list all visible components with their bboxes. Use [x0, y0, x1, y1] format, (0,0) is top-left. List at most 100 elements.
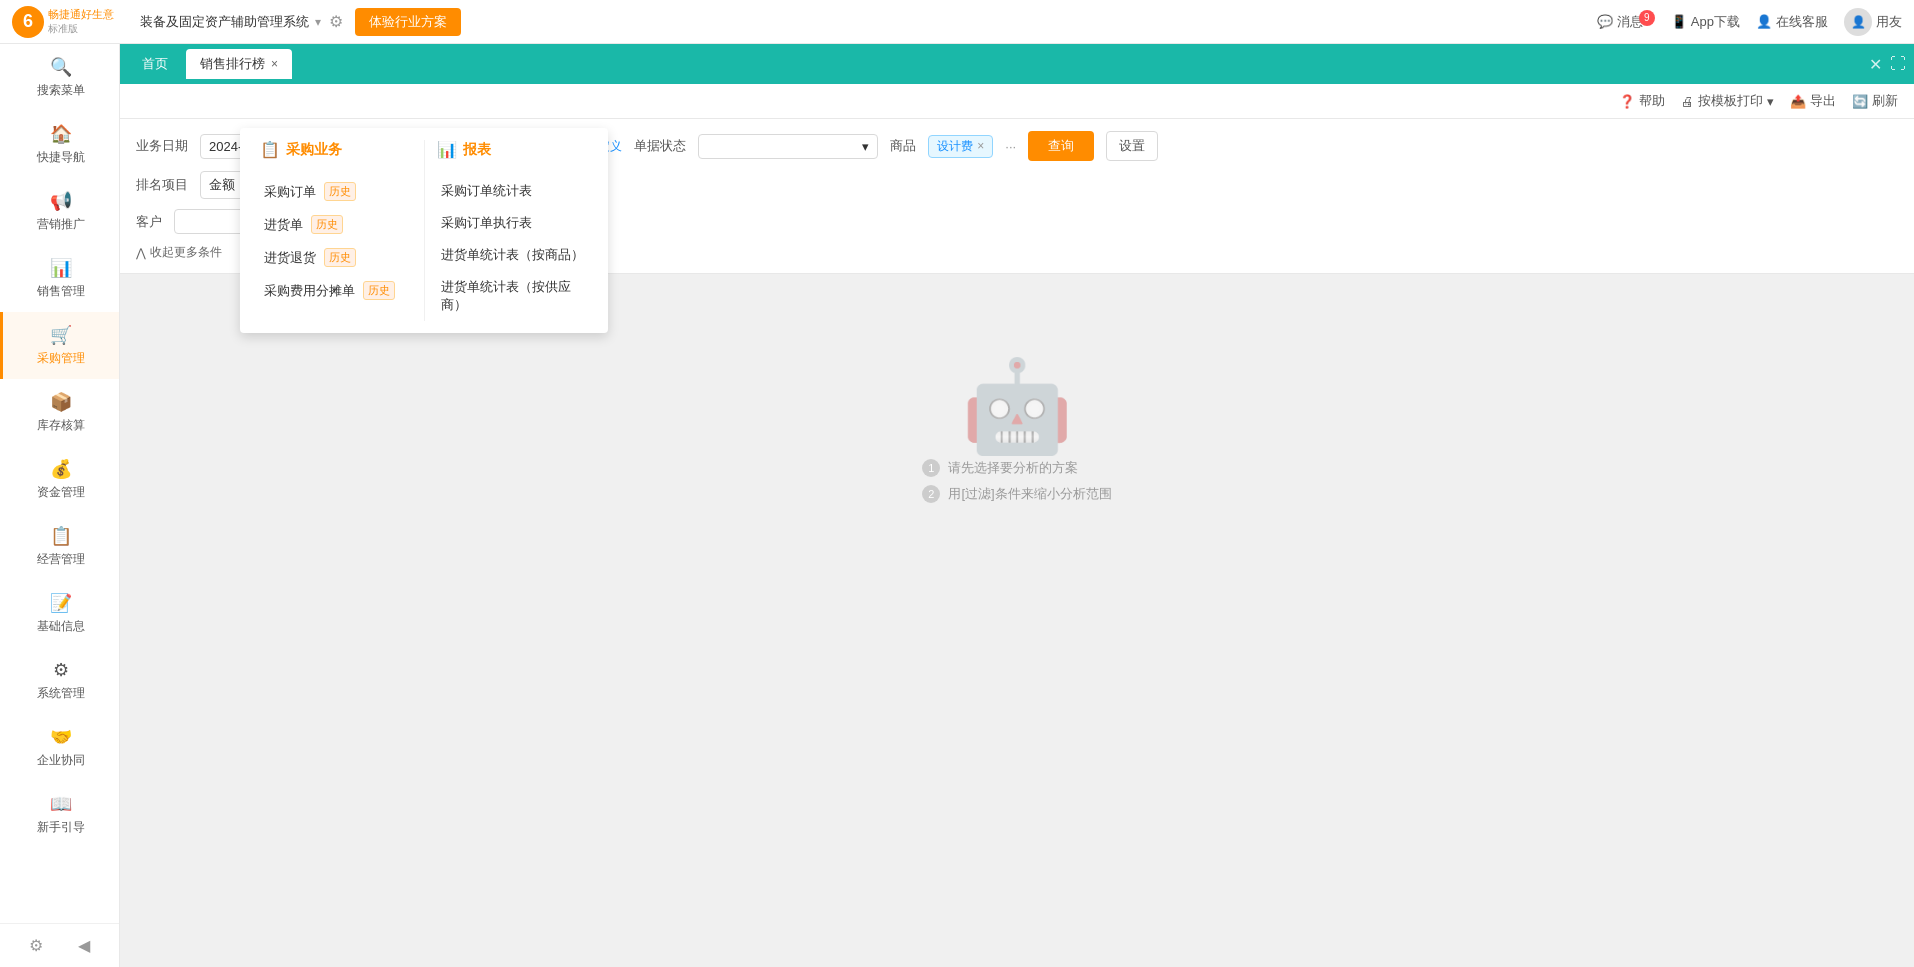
logo-badge: 标准版	[48, 22, 114, 36]
dropdown-arrow-icon[interactable]: ▾	[315, 15, 321, 29]
purchase-title-icon: 📋	[260, 140, 280, 159]
home-icon: 🏠	[50, 123, 72, 145]
doc-status-select[interactable]: ▾	[698, 134, 878, 159]
trial-button[interactable]: 体验行业方案	[355, 8, 461, 36]
sidebar-item-inventory[interactable]: 📦 库存核算	[0, 379, 119, 446]
popup-col-purchase-label: 采购业务	[286, 141, 342, 159]
sidebar-label-finance: 资金管理	[37, 484, 85, 501]
sidebar-label-sales: 销售管理	[37, 283, 85, 300]
user-name: 用友	[1876, 13, 1902, 31]
app-download-button[interactable]: 📱 App下载	[1671, 13, 1740, 31]
operations-icon: 📋	[50, 525, 72, 547]
popup-col-purchase-title: 📋 采购业务	[260, 140, 412, 163]
menu-item-return[interactable]: 进货退货 历史	[260, 241, 412, 274]
user-area[interactable]: 👤 用友	[1844, 8, 1902, 36]
sidebar-item-finance[interactable]: 💰 资金管理	[0, 446, 119, 513]
popup-col-reports-title: 📊 报表	[437, 140, 589, 163]
sidebar-label-search: 搜索菜单	[37, 82, 85, 99]
menu-item-receipt-product[interactable]: 进货单统计表（按商品）	[437, 239, 589, 271]
step-2-text: 用[过滤]条件来缩小分析范围	[948, 485, 1111, 503]
empty-state-icon: 🤖	[961, 354, 1073, 459]
collapse-up-icon: ⋀	[136, 246, 146, 260]
sidebar-label-quick-nav: 快捷导航	[37, 149, 85, 166]
tab-fullscreen-icon[interactable]: ⛶	[1890, 55, 1906, 73]
print-button[interactable]: 🖨 按模板打印 ▾	[1681, 92, 1774, 110]
sidebar-collapse-icon[interactable]: ◀	[78, 936, 90, 955]
sidebar-item-system[interactable]: ⚙ 系统管理	[0, 647, 119, 714]
logo-area: 6 畅捷通好生意 标准版	[12, 6, 132, 38]
sidebar: 🔍 搜索菜单 🏠 快捷导航 📢 营销推广 📊 销售管理 🛒 采购管理 📦 库存核…	[0, 44, 120, 967]
help-button[interactable]: ❓ 帮助	[1619, 92, 1665, 110]
sidebar-item-operations[interactable]: 📋 经营管理	[0, 513, 119, 580]
sidebar-label-guide: 新手引导	[37, 819, 85, 836]
menu-item-receipt[interactable]: 进货单 历史	[260, 208, 412, 241]
online-service-label: 在线客服	[1776, 13, 1828, 31]
popup-divider	[424, 140, 425, 321]
gear-icon[interactable]: ⚙	[329, 12, 343, 31]
sidebar-label-system: 系统管理	[37, 685, 85, 702]
menu-item-order-stats[interactable]: 采购订单统计表	[437, 175, 589, 207]
avatar: 👤	[1844, 8, 1872, 36]
setting-button[interactable]: 设置	[1106, 131, 1158, 161]
app-download-label: App下载	[1691, 13, 1740, 31]
sidebar-item-quick-nav[interactable]: 🏠 快捷导航	[0, 111, 119, 178]
refresh-label: 刷新	[1872, 92, 1898, 110]
export-button[interactable]: 📤 导出	[1790, 92, 1836, 110]
history-badge-0: 历史	[324, 182, 356, 201]
sidebar-item-purchase[interactable]: 🛒 采购管理	[0, 312, 119, 379]
sidebar-item-basic-info[interactable]: 📝 基础信息	[0, 580, 119, 647]
product-more-icon[interactable]: ···	[1005, 139, 1016, 154]
sidebar-item-search[interactable]: 🔍 搜索菜单	[0, 44, 119, 111]
tab-sales-rank[interactable]: 销售排行榜 ×	[186, 49, 292, 79]
popup-menu-cols: 📋 采购业务 采购订单 历史 进货单 历史 进货退货	[252, 140, 596, 321]
doc-status-label: 单据状态	[634, 137, 686, 155]
print-icon: 🖨	[1681, 94, 1694, 109]
menu-item-order-exec[interactable]: 采购订单执行表	[437, 207, 589, 239]
tab-close-icon[interactable]: ×	[271, 57, 278, 71]
menu-item-expense[interactable]: 采购费用分摊单 历史	[260, 274, 412, 307]
order-stats-label: 采购订单统计表	[441, 182, 532, 200]
empty-state-text: 1 请先选择要分析的方案 2 用[过滤]条件来缩小分析范围	[922, 459, 1111, 503]
collapse-button[interactable]: ⋀ 收起更多条件	[136, 244, 222, 261]
message-button[interactable]: 💬 消息 9	[1597, 13, 1655, 31]
customer-label: 客户	[136, 213, 162, 231]
refresh-button[interactable]: 🔄 刷新	[1852, 92, 1898, 110]
top-header: 6 畅捷通好生意 标准版 装备及固定资产辅助管理系统 ▾ ⚙ 体验行业方案 💬 …	[0, 0, 1914, 44]
sidebar-item-sales[interactable]: 📊 销售管理	[0, 245, 119, 312]
receipt-label: 进货单	[264, 216, 303, 234]
purchase-icon: 🛒	[50, 324, 72, 346]
sys-title: 装备及固定资产辅助管理系统 ▾	[140, 13, 321, 31]
print-dropdown-icon[interactable]: ▾	[1767, 94, 1774, 109]
sidebar-label-inventory: 库存核算	[37, 417, 85, 434]
system-icon: ⚙	[53, 659, 69, 681]
product-tag-text: 设计费	[937, 138, 973, 155]
sales-icon: 📊	[50, 257, 72, 279]
popup-col-reports-label: 报表	[463, 141, 491, 159]
finance-icon: 💰	[50, 458, 72, 480]
page-content: ❓ 帮助 🖨 按模板打印 ▾ 📤 导出 🔄 刷新	[120, 84, 1914, 967]
product-tag-close-icon[interactable]: ×	[977, 139, 984, 153]
tab-home[interactable]: 首页	[128, 49, 182, 79]
menu-item-purchase-order[interactable]: 采购订单 历史	[260, 175, 412, 208]
main-layout: 🔍 搜索菜单 🏠 快捷导航 📢 营销推广 📊 销售管理 🛒 采购管理 📦 库存核…	[0, 44, 1914, 967]
history-badge-1: 历史	[311, 215, 343, 234]
help-icon: ❓	[1619, 94, 1635, 109]
history-badge-2: 历史	[324, 248, 356, 267]
sidebar-item-marketing[interactable]: 📢 营销推广	[0, 178, 119, 245]
receipt-supplier-label: 进货单统计表（按供应商）	[441, 278, 585, 314]
service-icon: 👤	[1756, 14, 1772, 29]
tab-close-all-icon[interactable]: ✕	[1869, 55, 1882, 74]
refresh-icon: 🔄	[1852, 94, 1868, 109]
help-label: 帮助	[1639, 92, 1665, 110]
sidebar-item-guide[interactable]: 📖 新手引导	[0, 781, 119, 848]
sidebar-label-marketing: 营销推广	[37, 216, 85, 233]
menu-item-receipt-supplier[interactable]: 进货单统计表（按供应商）	[437, 271, 589, 321]
tab-home-label: 首页	[142, 55, 168, 73]
query-button[interactable]: 查询	[1028, 131, 1094, 161]
doc-status-dropdown-icon: ▾	[862, 139, 869, 154]
sidebar-item-enterprise[interactable]: 🤝 企业协同	[0, 714, 119, 781]
online-service-button[interactable]: 👤 在线客服	[1756, 13, 1828, 31]
receipt-product-label: 进货单统计表（按商品）	[441, 246, 584, 264]
sidebar-settings-icon[interactable]: ⚙	[29, 936, 43, 955]
basic-info-icon: 📝	[50, 592, 72, 614]
